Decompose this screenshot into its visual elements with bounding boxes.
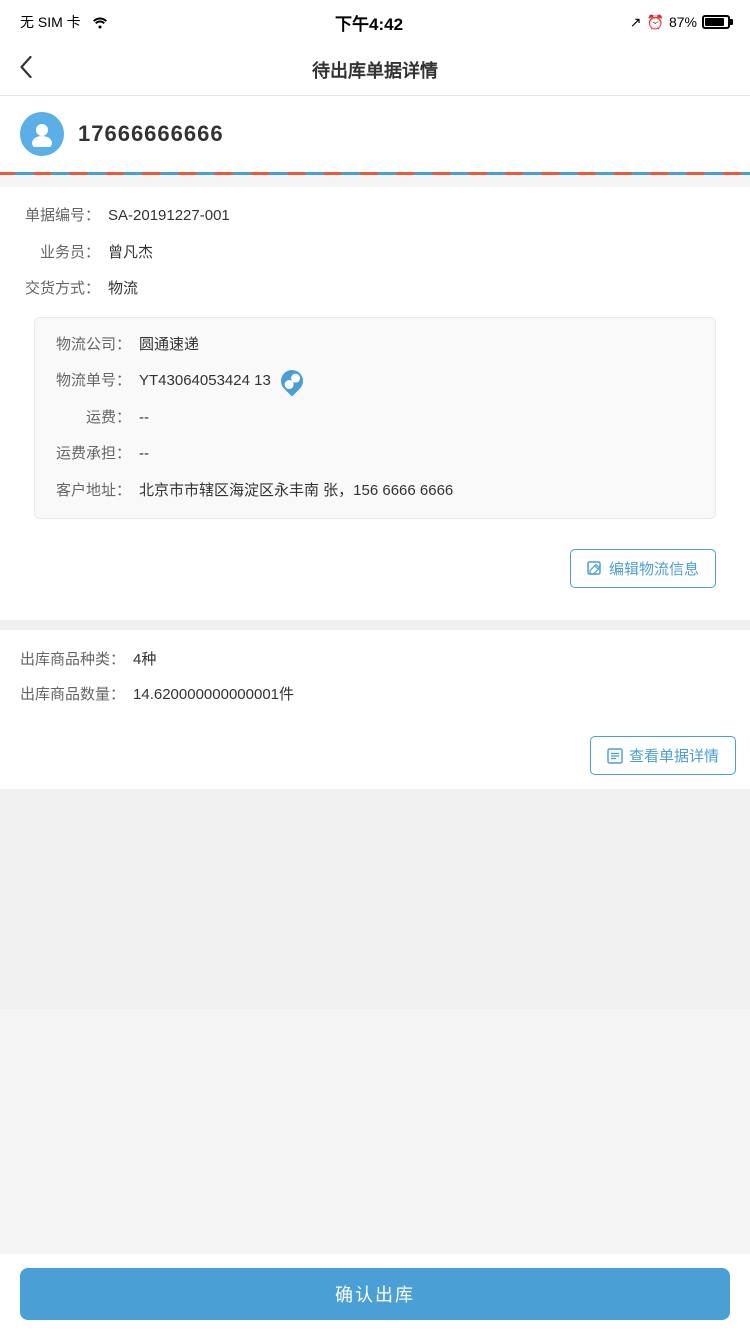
contact-header: 17666666666 <box>0 96 750 175</box>
logistics-company-row: 物流公司： 圆通速递 <box>51 334 699 357</box>
salesman-row: 业务员： 曾凡杰 <box>20 242 730 265</box>
document-info-section: 单据编号： SA-20191227-001 业务员： 曾凡杰 交货方式： 物流 … <box>0 187 750 620</box>
nav-bar: 待出库单据详情 <box>0 44 750 96</box>
tracking-location-icon[interactable] <box>281 370 303 392</box>
outbound-types-value: 4种 <box>133 648 156 669</box>
outbound-section: 出库商品种类： 4种 出库商品数量： 14.620000000000001件 <box>0 630 750 722</box>
delivery-row: 交货方式： 物流 <box>20 278 730 301</box>
edit-button-row: 编辑物流信息 <box>20 535 730 602</box>
tracking-value: YT43064053424 13 <box>139 370 699 393</box>
alarm-status-icon: ⏰ <box>647 14 664 31</box>
outbound-quantity-row: 出库商品数量： 14.620000000000001件 <box>20 683 730 704</box>
carrier-text: 无 SIM 卡 <box>20 12 108 32</box>
location-status-icon: ↗ <box>630 14 642 31</box>
outbound-quantity-label: 出库商品数量： <box>20 683 125 704</box>
delivery-value: 物流 <box>108 278 730 301</box>
confirm-button-area: 确认出库 <box>0 1254 750 1334</box>
tracking-number-row: 物流单号： YT43064053424 13 <box>51 370 699 393</box>
view-detail-label: 查看单据详情 <box>629 745 719 766</box>
edit-logistics-button[interactable]: 编辑物流信息 <box>570 549 716 588</box>
doc-number-value: SA-20191227-001 <box>108 205 730 228</box>
status-right-icons: ↗ ⏰ 87% <box>630 14 730 31</box>
freight-value: -- <box>139 407 699 430</box>
contact-phone: 17666666666 <box>78 121 224 147</box>
outbound-types-label: 出库商品种类： <box>20 648 125 669</box>
doc-number-row: 单据编号： SA-20191227-001 <box>20 205 730 228</box>
address-row: 客户地址： 北京市市辖区海淀区永丰南 张，156 6666 6666 <box>51 480 699 503</box>
battery-icon <box>702 15 730 29</box>
freight-bearer-value: -- <box>139 443 699 466</box>
tracking-label: 物流单号： <box>51 370 131 393</box>
status-time: 下午4:42 <box>335 10 403 35</box>
view-detail-button[interactable]: 查看单据详情 <box>590 736 736 775</box>
confirm-outbound-button[interactable]: 确认出库 <box>20 1268 730 1320</box>
freight-row: 运费： -- <box>51 407 699 430</box>
freight-bearer-row: 运费承担： -- <box>51 443 699 466</box>
outbound-quantity-value: 14.620000000000001件 <box>133 683 294 704</box>
empty-spacer <box>0 789 750 1009</box>
logistics-card: 物流公司： 圆通速递 物流单号： YT43064053424 13 运费： -- <box>34 317 716 520</box>
logistics-company-label: 物流公司： <box>51 334 131 357</box>
edit-logistics-label: 编辑物流信息 <box>609 558 699 579</box>
section-divider <box>0 620 750 630</box>
tracking-number-text: YT43064053424 13 <box>139 370 271 393</box>
outbound-types-row: 出库商品种类： 4种 <box>20 648 730 669</box>
avatar <box>20 112 64 156</box>
address-label: 客户地址： <box>51 480 131 503</box>
detail-icon <box>607 748 623 764</box>
edit-icon <box>587 561 603 577</box>
freight-bearer-label: 运费承担： <box>51 443 131 466</box>
status-bar: 无 SIM 卡 下午4:42 ↗ ⏰ 87% <box>0 0 750 44</box>
delivery-label: 交货方式： <box>20 278 100 301</box>
salesman-label: 业务员： <box>20 242 100 265</box>
page-title: 待出库单据详情 <box>312 57 438 83</box>
freight-label: 运费： <box>51 407 131 430</box>
salesman-value: 曾凡杰 <box>108 242 730 265</box>
logistics-company-value: 圆通速递 <box>139 334 699 357</box>
battery-percent: 87% <box>669 14 697 30</box>
back-button[interactable] <box>12 48 40 92</box>
address-value: 北京市市辖区海淀区永丰南 张，156 6666 6666 <box>139 480 699 503</box>
view-detail-row: 查看单据详情 <box>0 722 750 789</box>
doc-number-label: 单据编号： <box>20 205 100 228</box>
